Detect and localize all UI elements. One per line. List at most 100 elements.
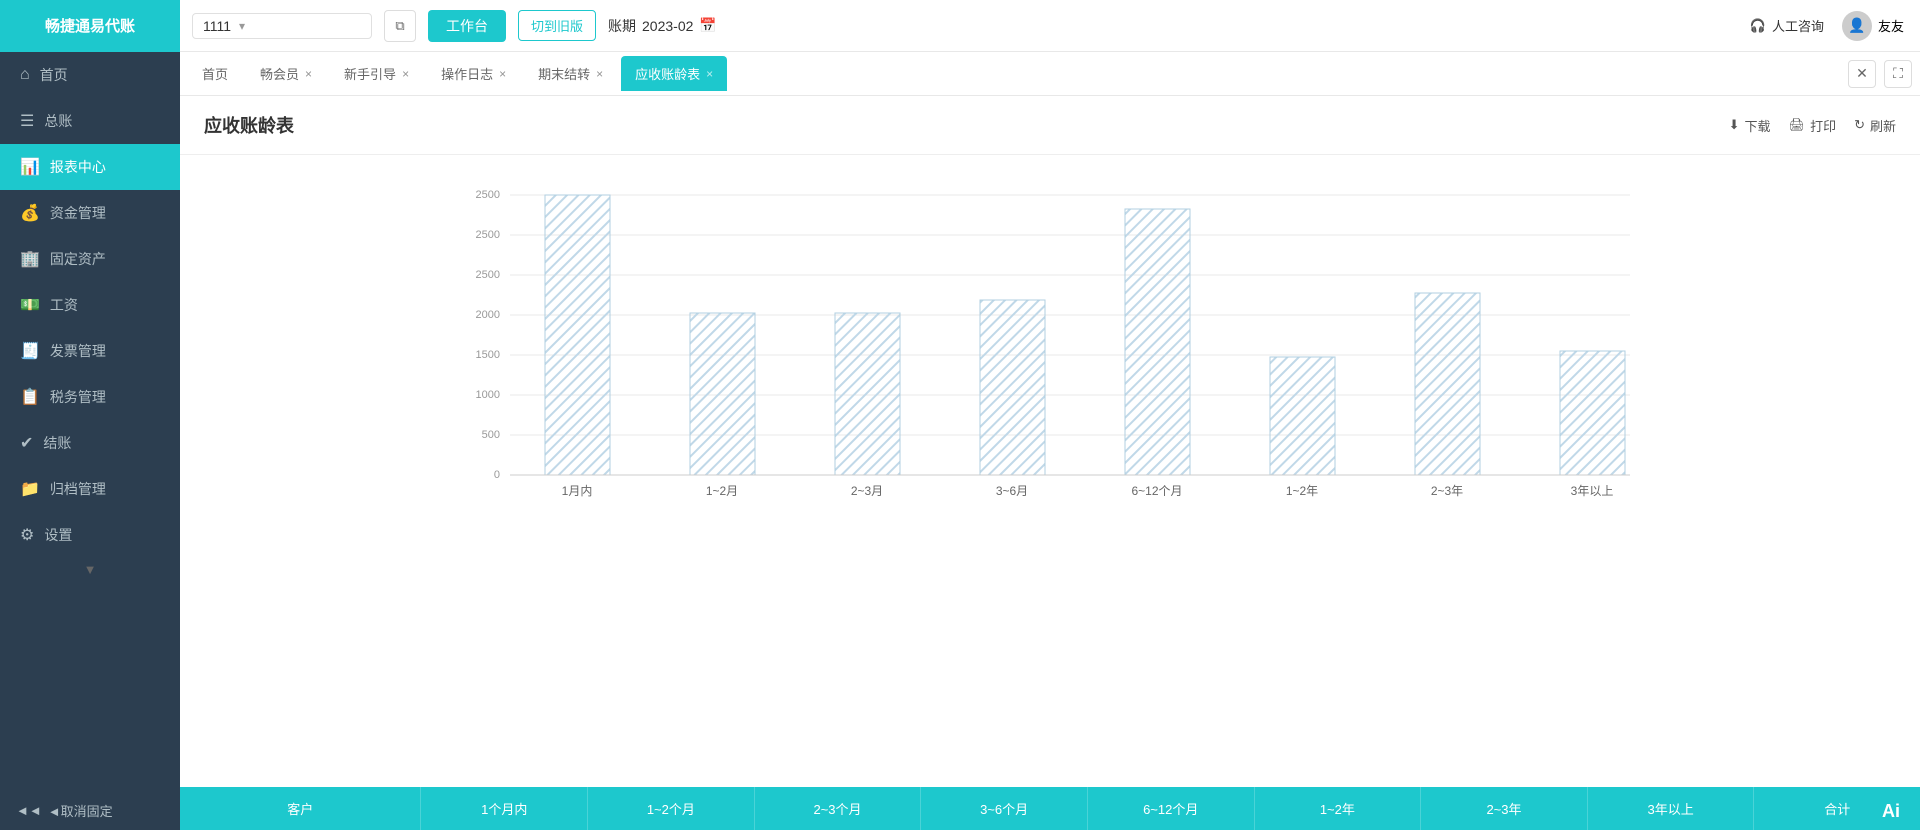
sidebar-item-settle[interactable]: ✔ 结账: [0, 420, 180, 466]
maximize-icon: ⛶: [1893, 65, 1903, 82]
ai-badge[interactable]: Ai: [1862, 793, 1920, 830]
svg-text:1500: 1500: [476, 349, 500, 361]
company-selector[interactable]: 1111 ▾: [192, 13, 372, 39]
sidebar-item-label: 固定资产: [50, 249, 106, 269]
bar-1-2年: [1270, 357, 1335, 475]
col-3year-plus: 3年以上: [1588, 787, 1755, 830]
sidebar-item-reports[interactable]: 📊 报表中心: [0, 144, 180, 190]
sidebar-item-label: 设置: [44, 525, 72, 545]
refresh-icon: ↻: [1854, 117, 1865, 133]
tab-close-icon[interactable]: ×: [305, 67, 312, 81]
bar-3-6月: [980, 300, 1045, 475]
tab-close-icon[interactable]: ×: [706, 67, 713, 81]
cancel-fixed-label: ◄取消固定: [48, 801, 113, 820]
print-button[interactable]: 🖨 打印: [1789, 116, 1837, 135]
company-name: 1111: [203, 18, 231, 34]
sidebar-item-funds[interactable]: 💰 资金管理: [0, 190, 180, 236]
cancel-fixed-icon: ◄◄: [16, 803, 42, 818]
tab-period-transfer[interactable]: 期末结转 ×: [524, 56, 617, 91]
tab-home[interactable]: 首页: [188, 56, 242, 91]
page-actions: ⬇ 下载 🖨 打印 ↻ 刷新: [1729, 116, 1896, 135]
svg-text:500: 500: [482, 429, 500, 441]
calendar-icon[interactable]: 📅: [699, 17, 716, 34]
table-header: 客户 1个月内 1~2个月 2~3个月 3~6个月 6~12个月 1~2年 2~…: [180, 787, 1920, 830]
col-2-3year: 2~3年: [1421, 787, 1588, 830]
bar-2-3月: [835, 313, 900, 475]
svg-text:3~6月: 3~6月: [996, 484, 1028, 498]
download-icon: ⬇: [1729, 117, 1740, 133]
sidebar-item-assets[interactable]: 🏢 固定资产: [0, 236, 180, 282]
col-2-3month: 2~3个月: [755, 787, 922, 830]
bar-1-2月: [690, 313, 755, 475]
workbench-button[interactable]: 工作台: [428, 10, 506, 42]
sidebar-item-settings[interactable]: ⚙ 设置: [0, 512, 180, 558]
logo-text: 畅捷通易代账: [45, 15, 135, 36]
svg-text:2500: 2500: [476, 269, 500, 281]
bar-3年以上: [1560, 351, 1625, 475]
sidebar-item-label: 工资: [50, 295, 78, 315]
header-right: 🎧 人工咨询 👤 友友: [1750, 11, 1904, 41]
consult-button[interactable]: 🎧 人工咨询: [1750, 16, 1824, 35]
tab-close-icon[interactable]: ×: [596, 67, 603, 81]
refresh-button[interactable]: ↻ 刷新: [1854, 116, 1896, 135]
archive-icon: 📁: [20, 479, 40, 499]
svg-text:2000: 2000: [476, 309, 500, 321]
svg-text:1~2年: 1~2年: [1286, 484, 1318, 498]
tab-label: 畅会员: [260, 64, 299, 83]
maximize-tab-button[interactable]: ⛶: [1884, 60, 1912, 88]
sidebar-item-tax[interactable]: 📋 税务管理: [0, 374, 180, 420]
bar-6-12月: [1125, 209, 1190, 475]
sidebar-item-ledger[interactable]: ☰ 总账: [0, 98, 180, 144]
tab-label: 应收账龄表: [635, 64, 700, 83]
download-label: 下载: [1745, 116, 1771, 135]
user-area[interactable]: 👤 友友: [1842, 11, 1904, 41]
copy-button[interactable]: ⧉: [384, 10, 416, 42]
sidebar-item-invoice[interactable]: 🧾 发票管理: [0, 328, 180, 374]
cancel-fixed-button[interactable]: ◄◄ ◄取消固定: [0, 791, 180, 830]
report-icon: 📊: [20, 157, 40, 177]
tab-aging-report[interactable]: 应收账龄表 ×: [621, 56, 727, 91]
content-area: 首页 畅会员 × 新手引导 × 操作日志 × 期末结转 × 应收账龄表 ×: [180, 52, 1920, 830]
tab-close-icon[interactable]: ×: [402, 67, 409, 81]
tab-member[interactable]: 畅会员 ×: [246, 56, 326, 91]
svg-text:1月内: 1月内: [562, 484, 593, 498]
sidebar-item-archive[interactable]: 📁 归档管理: [0, 466, 180, 512]
ledger-icon: ☰: [20, 111, 34, 131]
col-3-6month: 3~6个月: [921, 787, 1088, 830]
switch-version-button[interactable]: 切到旧版: [518, 10, 596, 41]
sidebar-item-home[interactable]: ⌂ 首页: [0, 52, 180, 98]
page-content: 应收账龄表 ⬇ 下载 🖨 打印 ↻ 刷新: [180, 96, 1920, 830]
tab-close-icon[interactable]: ×: [499, 67, 506, 81]
avatar: 👤: [1842, 11, 1872, 41]
tab-label: 操作日志: [441, 64, 493, 83]
sidebar-item-label: 首页: [40, 65, 68, 85]
tab-guide[interactable]: 新手引导 ×: [330, 56, 423, 91]
chart-area: 2500 2500 2500 2000 1500 1000 500 0: [180, 155, 1920, 787]
close-tab-button[interactable]: ✕: [1848, 60, 1876, 88]
scroll-down-icon: ▼: [84, 562, 97, 577]
col-1-2month: 1~2个月: [588, 787, 755, 830]
sidebar-item-label: 报表中心: [50, 157, 106, 177]
page-title: 应收账龄表: [204, 112, 294, 138]
top-header: 畅捷通易代账 1111 ▾ ⧉ 工作台 切到旧版 账期 2023-02 📅 🎧 …: [0, 0, 1920, 52]
print-label: 打印: [1810, 116, 1836, 135]
bar-chart: 2500 2500 2500 2000 1500 1000 500 0: [210, 175, 1890, 535]
sidebar-item-label: 总账: [44, 111, 72, 131]
period-label: 账期: [608, 16, 636, 36]
scroll-down-indicator[interactable]: ▼: [0, 558, 180, 581]
bar-1月内: [545, 195, 610, 475]
svg-text:3年以上: 3年以上: [1571, 484, 1614, 498]
svg-text:1~2月: 1~2月: [706, 484, 738, 498]
chevron-down-icon: ▾: [239, 19, 245, 33]
svg-text:1000: 1000: [476, 389, 500, 401]
copy-icon: ⧉: [395, 18, 404, 34]
tab-actions: ✕ ⛶: [1848, 60, 1912, 88]
tab-oplog[interactable]: 操作日志 ×: [427, 56, 520, 91]
period-area: 账期 2023-02 📅: [608, 16, 717, 36]
svg-text:2~3月: 2~3月: [851, 484, 883, 498]
download-button[interactable]: ⬇ 下载: [1729, 116, 1771, 135]
period-value: 2023-02: [642, 18, 693, 34]
sidebar-item-salary[interactable]: 💵 工资: [0, 282, 180, 328]
page-header: 应收账龄表 ⬇ 下载 🖨 打印 ↻ 刷新: [180, 96, 1920, 155]
close-icon: ✕: [1856, 65, 1868, 82]
